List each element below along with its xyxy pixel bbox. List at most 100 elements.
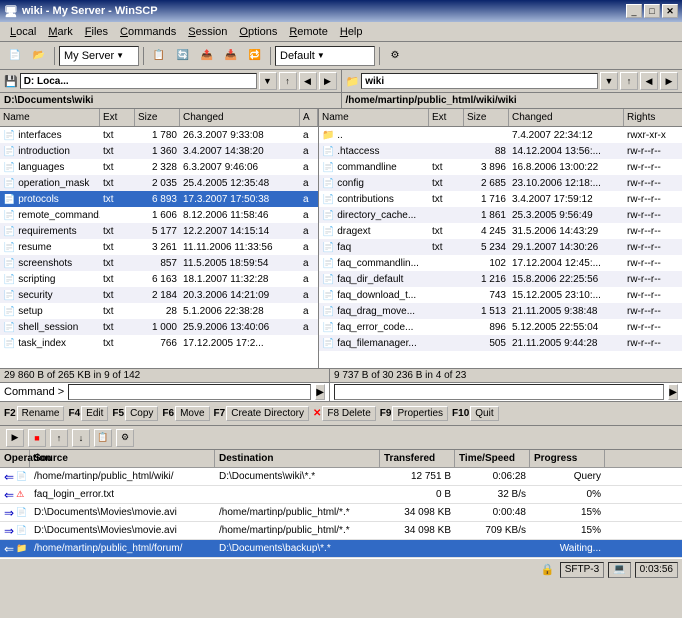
left-path-dropdown[interactable]: ▼ xyxy=(259,72,277,90)
maximize-button[interactable]: □ xyxy=(644,4,660,18)
table-row[interactable]: 📄 .htaccess8814.12.2004 13:56:...rw-r--r… xyxy=(319,143,682,159)
table-row[interactable]: 📄 faqtxt5 23429.1.2007 14:30:26rw-r--r-- xyxy=(319,239,682,255)
left-fwd-btn[interactable]: ▶ xyxy=(319,72,337,90)
table-row[interactable]: 📄 contributionstxt1 7163.4.2007 17:59:12… xyxy=(319,191,682,207)
table-row[interactable]: 📄 faq_dir_default1 21615.8.2006 22:25:56… xyxy=(319,271,682,287)
table-row[interactable]: 📄 interfacestxt1 78026.3.2007 9:33:08a xyxy=(0,127,318,143)
f6-move-button[interactable]: F6 Move xyxy=(162,406,209,421)
right-col-name[interactable]: Name xyxy=(319,109,429,126)
title-bar-buttons: _ □ ✕ xyxy=(626,4,678,18)
table-row[interactable]: 📄 setuptxt285.1.2006 22:38:28a xyxy=(0,303,318,319)
f10-quit-button[interactable]: F10 Quit xyxy=(452,406,499,421)
menu-options[interactable]: Options xyxy=(233,24,283,40)
op-down-button[interactable]: ↓ xyxy=(72,429,90,447)
right-up-btn[interactable]: ↑ xyxy=(620,72,638,90)
list-item[interactable]: ⇐ 📄 /home/martinp/public_html/wiki/ D:\D… xyxy=(0,468,682,486)
list-item[interactable]: ⇒ 📄 D:\Documents\Movies\movie.avi /home/… xyxy=(0,522,682,540)
table-row[interactable]: 📄 dragexttxt4 24531.5.2006 14:43:29rw-r-… xyxy=(319,223,682,239)
table-row[interactable]: 📄 operation_masktxt2 03525.4.2005 12:35:… xyxy=(0,175,318,191)
table-row[interactable]: 📄 requirementstxt5 17712.2.2007 14:15:14… xyxy=(0,223,318,239)
f8-delete-button[interactable]: ✕ F8 Delete xyxy=(313,406,376,421)
right-command-bar: ▶ xyxy=(330,383,682,401)
profile-dropdown[interactable]: Default ▼ xyxy=(275,46,375,66)
op-stop-button[interactable]: ■ xyxy=(28,429,46,447)
table-row[interactable]: 📄 remote_command...1 6068.12.2006 11:58:… xyxy=(0,207,318,223)
table-row[interactable]: 📄 languagestxt2 3286.3.2007 9:46:06a xyxy=(0,159,318,175)
transfer-file-icon: 📄 xyxy=(16,525,27,536)
table-row[interactable]: 📄 shell_sessiontxt1 00025.9.2006 13:40:0… xyxy=(0,319,318,335)
toolbar-btn-2[interactable]: 🔄 xyxy=(172,45,194,67)
right-col-rights[interactable]: Rights xyxy=(624,109,682,126)
table-row[interactable]: 📄 scriptingtxt6 16318.1.2007 11:32:28a xyxy=(0,271,318,287)
server-dropdown[interactable]: My Server ▼ xyxy=(59,46,139,66)
right-back-btn[interactable]: ◀ xyxy=(640,72,658,90)
col-progress: Progress xyxy=(530,450,605,467)
list-item[interactable]: ⇒ 📄 D:\Documents\Movies\movie.avi /home/… xyxy=(0,504,682,522)
list-item[interactable]: ⇐ ⚠ faq_login_error.txt 0 B 32 B/s 0% xyxy=(0,486,682,504)
menu-help[interactable]: Help xyxy=(334,24,369,40)
table-row[interactable]: 📄 configtxt2 68523.10.2006 12:18:...rw-r… xyxy=(319,175,682,191)
f4-edit-button[interactable]: F4 Edit xyxy=(68,406,108,421)
toolbar-btn-5[interactable]: 🔁 xyxy=(244,45,266,67)
table-row[interactable]: 📄 faq_error_code...8965.12.2005 22:55:04… xyxy=(319,319,682,335)
menu-commands[interactable]: Commands xyxy=(114,24,182,40)
close-button[interactable]: ✕ xyxy=(662,4,678,18)
right-command-input[interactable] xyxy=(334,384,664,400)
table-row[interactable]: 📄 faq_download_t...74315.12.2005 23:10:.… xyxy=(319,287,682,303)
left-up-btn[interactable]: ↑ xyxy=(279,72,297,90)
toolbar-btn-4[interactable]: 📥 xyxy=(220,45,242,67)
menu-local[interactable]: Local xyxy=(4,24,42,40)
menu-mark[interactable]: Mark xyxy=(42,24,78,40)
table-row[interactable]: 📄 commandlinetxt3 89616.8.2006 13:00:22r… xyxy=(319,159,682,175)
left-col-ext[interactable]: Ext xyxy=(100,109,135,126)
right-status: 9 737 B of 30 236 B in 4 of 23 xyxy=(330,369,682,382)
table-row[interactable]: 📄 resumetxt3 26111.11.2006 11:33:56a xyxy=(0,239,318,255)
f9-properties-button[interactable]: F9 Properties xyxy=(380,406,448,421)
table-row[interactable]: 📄 task_indextxt76617.12.2005 17:2... xyxy=(0,335,318,351)
left-col-name[interactable]: Name xyxy=(0,109,100,126)
col-source: Source xyxy=(30,450,215,467)
file-panels: Name Ext Size Changed A 📄 interfacestxt1… xyxy=(0,109,682,369)
menu-remote[interactable]: Remote xyxy=(283,24,334,40)
right-fwd-btn[interactable]: ▶ xyxy=(660,72,678,90)
minimize-button[interactable]: _ xyxy=(626,4,642,18)
menu-files[interactable]: Files xyxy=(79,24,114,40)
table-row[interactable]: 📄 introductiontxt1 3603.4.2007 14:38:20a xyxy=(0,143,318,159)
table-row[interactable]: 📄 faq_commandlin...10217.12.2004 12:45:.… xyxy=(319,255,682,271)
toolbar-new-button[interactable]: 📄 xyxy=(4,45,26,67)
table-row[interactable]: 📁 ..7.4.2007 22:34:12rwxr-xr-x xyxy=(319,127,682,143)
right-col-changed[interactable]: Changed xyxy=(509,109,624,126)
f2-rename-button[interactable]: F2 Rename xyxy=(4,406,64,421)
left-col-attr[interactable]: A xyxy=(300,109,318,126)
toolbar-btn-1[interactable]: 📋 xyxy=(148,45,170,67)
f5-copy-button[interactable]: F5 Copy xyxy=(112,406,158,421)
toolbar-btn-3[interactable]: 📤 xyxy=(196,45,218,67)
right-col-ext[interactable]: Ext xyxy=(429,109,464,126)
right-path-dropdown[interactable]: ▼ xyxy=(600,72,618,90)
window-title: 🖥 wiki - My Server - WinSCP xyxy=(4,5,158,18)
right-command-submit-button[interactable]: ▶ xyxy=(668,384,678,400)
op-settings-button[interactable]: ⚙ xyxy=(116,429,134,447)
command-submit-button[interactable]: ▶ xyxy=(315,384,325,400)
table-row[interactable]: 📄 screenshotstxt85711.5.2005 18:59:54a xyxy=(0,255,318,271)
left-col-size[interactable]: Size xyxy=(135,109,180,126)
left-back-btn[interactable]: ◀ xyxy=(299,72,317,90)
left-address-bar: 💾 D: Loca... ▼ ↑ ◀ ▶ xyxy=(0,70,342,92)
table-row[interactable]: 📄 faq_filemanager...50521.11.2005 9:44:2… xyxy=(319,335,682,351)
table-row[interactable]: 📄 faq_drag_move...1 51321.11.2005 9:38:4… xyxy=(319,303,682,319)
toolbar-settings-button[interactable]: ⚙ xyxy=(384,45,406,67)
toolbar-open-button[interactable]: 📂 xyxy=(28,45,50,67)
command-input[interactable] xyxy=(68,384,311,400)
f7-mkdir-button[interactable]: F7 Create Directory xyxy=(214,406,309,421)
menu-session[interactable]: Session xyxy=(182,24,233,40)
table-row[interactable]: 📄 directory_cache...1 86125.3.2005 9:56:… xyxy=(319,207,682,223)
list-item[interactable]: ⇐ 📁 /home/martinp/public_html/forum/ D:\… xyxy=(0,540,682,558)
right-col-size[interactable]: Size xyxy=(464,109,509,126)
left-col-changed[interactable]: Changed xyxy=(180,109,300,126)
table-row[interactable]: 📄 securitytxt2 18420.3.2006 14:21:09a xyxy=(0,287,318,303)
op-start-button[interactable]: ▶ xyxy=(6,429,24,447)
left-status: 29 860 B of 265 KB in 9 of 142 xyxy=(0,369,330,382)
table-row[interactable]: 📄 protocolstxt6 89317.3.2007 17:50:38a xyxy=(0,191,318,207)
op-copy-button[interactable]: 📋 xyxy=(94,429,112,447)
op-up-button[interactable]: ↑ xyxy=(50,429,68,447)
